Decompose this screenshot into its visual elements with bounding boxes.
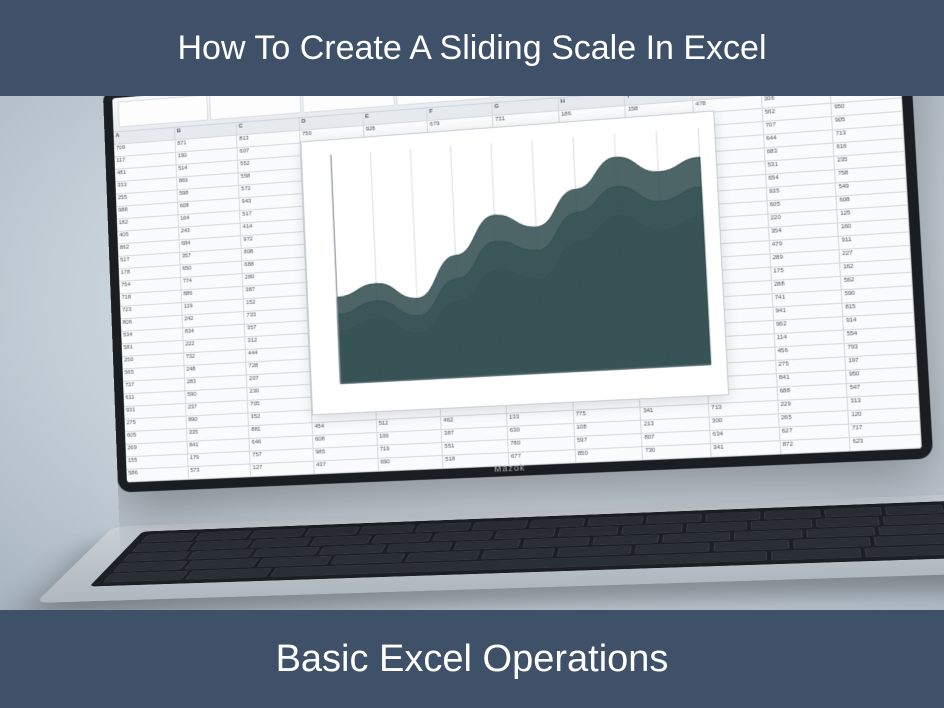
screen-bezel: A709117481333255988182405862517178754718… bbox=[103, 96, 934, 493]
top-banner-title: How To Create A Sliding Scale In Excel bbox=[177, 29, 766, 68]
hero-image: A709117481333255988182405862517178754718… bbox=[0, 96, 944, 610]
bottom-banner-title: Basic Excel Operations bbox=[276, 638, 669, 681]
area-chart bbox=[300, 110, 729, 415]
keyboard bbox=[89, 501, 944, 587]
laptop-base bbox=[35, 493, 944, 603]
bottom-banner: Basic Excel Operations bbox=[0, 610, 944, 708]
laptop-brand: Mazok bbox=[494, 462, 526, 473]
top-banner: How To Create A Sliding Scale In Excel bbox=[0, 0, 944, 96]
laptop-illustration: A709117481333255988182405862517178754718… bbox=[108, 96, 935, 493]
excel-screen: A709117481333255988182405862517178754718… bbox=[112, 96, 922, 482]
